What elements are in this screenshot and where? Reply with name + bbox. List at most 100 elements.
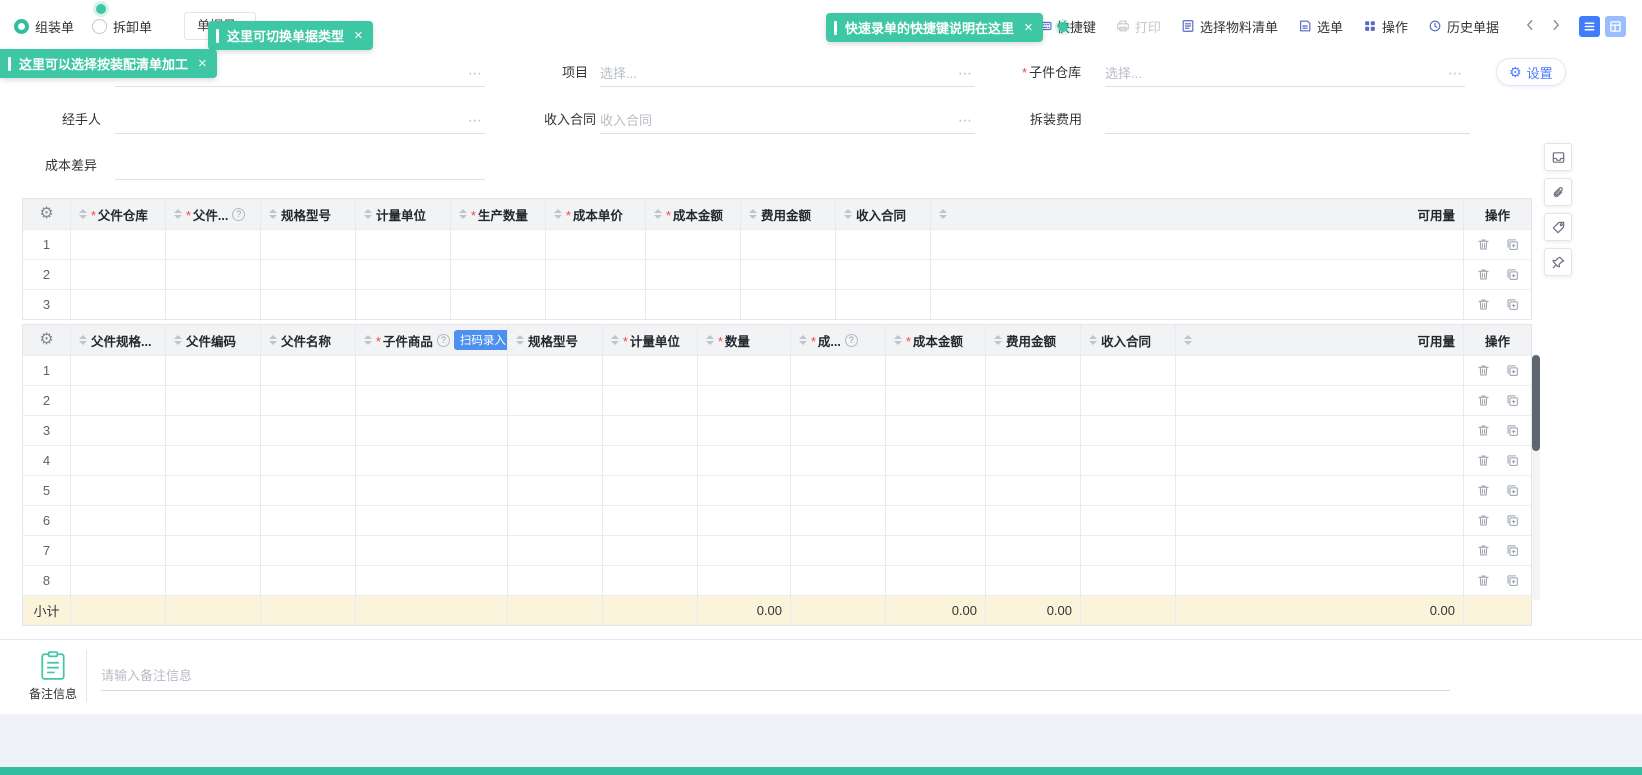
close-icon[interactable]: ×	[1024, 19, 1033, 36]
grid-cell[interactable]	[1081, 355, 1176, 385]
copy-row-button[interactable]	[1506, 514, 1519, 527]
tray-button[interactable]	[1544, 143, 1572, 171]
grid-cell[interactable]	[546, 229, 646, 259]
grid-cell[interactable]	[1081, 535, 1176, 565]
grid-cell[interactable]	[71, 475, 166, 505]
grid-cell[interactable]	[791, 535, 886, 565]
grid-cell[interactable]	[508, 505, 603, 535]
grid-cell[interactable]	[886, 475, 986, 505]
remark-input[interactable]	[101, 668, 1450, 683]
paperclip-button[interactable]	[1544, 178, 1572, 206]
sort-icon[interactable]	[516, 335, 524, 345]
grid-cell[interactable]	[603, 475, 698, 505]
grid-cell[interactable]	[791, 415, 886, 445]
column-header[interactable]: 计量单位	[356, 199, 451, 229]
grid-cell[interactable]	[166, 535, 261, 565]
copy-row-button[interactable]	[1506, 268, 1519, 281]
grid-cell[interactable]	[356, 355, 508, 385]
settings-button[interactable]: ⚙ 设置	[1496, 58, 1566, 86]
more-options-icon[interactable]: ⋯	[466, 112, 485, 129]
sort-icon[interactable]	[174, 335, 182, 345]
sort-icon[interactable]	[174, 209, 182, 219]
grid-cell[interactable]	[508, 415, 603, 445]
grid-cell[interactable]	[741, 259, 836, 289]
grid-cell[interactable]	[166, 445, 261, 475]
grid-cell[interactable]	[1176, 475, 1464, 505]
action-pick-doc-button[interactable]: 选单	[1298, 17, 1343, 36]
grid-cell[interactable]	[1176, 505, 1464, 535]
delete-row-button[interactable]	[1477, 424, 1490, 437]
grid-cell[interactable]	[886, 505, 986, 535]
more-options-icon[interactable]: ⋯	[466, 65, 485, 82]
grid-cell[interactable]	[1081, 415, 1176, 445]
close-icon[interactable]: ×	[198, 55, 207, 72]
grid-cell[interactable]	[546, 289, 646, 319]
help-icon[interactable]: ?	[844, 333, 858, 347]
grid-cell[interactable]	[603, 445, 698, 475]
grid-cell[interactable]	[886, 565, 986, 595]
grid-cell[interactable]	[836, 229, 931, 259]
more-options-icon[interactable]: ⋯	[956, 112, 975, 129]
more-options-icon[interactable]: ⋯	[1446, 65, 1465, 82]
grid-cell[interactable]	[166, 565, 261, 595]
sort-icon[interactable]	[894, 335, 902, 345]
grid-cell[interactable]	[886, 385, 986, 415]
grid-cell[interactable]	[698, 445, 791, 475]
sort-icon[interactable]	[459, 209, 467, 219]
grid-cell[interactable]	[451, 259, 546, 289]
handler-input[interactable]	[115, 108, 466, 132]
grid-cell[interactable]	[71, 289, 166, 319]
grid-cell[interactable]	[836, 289, 931, 319]
list-view-button[interactable]	[1579, 15, 1600, 37]
column-header[interactable]: * 成本金额	[886, 325, 986, 355]
grid-cell[interactable]	[166, 229, 261, 259]
sort-icon[interactable]	[611, 335, 619, 345]
scrollbar-track[interactable]	[1532, 355, 1540, 601]
grid-cell[interactable]	[603, 385, 698, 415]
sort-icon[interactable]	[1184, 335, 1192, 345]
action-bom-list-button[interactable]: 选择物料清单	[1181, 17, 1278, 36]
column-header[interactable]: * 父件...?	[166, 199, 261, 229]
grid-cell[interactable]	[1081, 565, 1176, 595]
grid-cell[interactable]	[261, 385, 356, 415]
column-header[interactable]: 父件名称	[261, 325, 356, 355]
grid-cell[interactable]	[356, 445, 508, 475]
grid-cell[interactable]	[166, 355, 261, 385]
grid-cell[interactable]	[71, 565, 166, 595]
grid-cell[interactable]	[741, 289, 836, 319]
delete-row-button[interactable]	[1477, 454, 1490, 467]
grid-cell[interactable]	[931, 289, 1464, 319]
copy-row-button[interactable]	[1506, 424, 1519, 437]
column-header[interactable]: 可用量	[1176, 325, 1464, 355]
column-header[interactable]: 收入合同	[836, 199, 931, 229]
grid-cell[interactable]	[986, 415, 1081, 445]
grid-cell[interactable]	[356, 229, 451, 259]
grid-cell[interactable]	[791, 385, 886, 415]
scrollbar-thumb[interactable]	[1532, 355, 1540, 451]
scan-input-button[interactable]: 扫码录入	[453, 330, 507, 350]
grid-cell[interactable]	[986, 445, 1081, 475]
copy-row-button[interactable]	[1506, 484, 1519, 497]
grid-cell[interactable]	[261, 445, 356, 475]
grid-cell[interactable]	[508, 535, 603, 565]
grid-cell[interactable]	[886, 355, 986, 385]
grid-cell[interactable]	[698, 505, 791, 535]
sort-icon[interactable]	[994, 335, 1002, 345]
grid-cell[interactable]	[986, 565, 1081, 595]
gear-icon[interactable]: ⚙	[39, 206, 53, 222]
grid-cell[interactable]	[1176, 565, 1464, 595]
pin-button[interactable]	[1544, 248, 1572, 276]
sort-icon[interactable]	[1089, 335, 1097, 345]
sort-icon[interactable]	[364, 209, 372, 219]
sort-icon[interactable]	[939, 209, 947, 219]
grid-cell[interactable]	[791, 355, 886, 385]
grid-cell[interactable]	[1176, 415, 1464, 445]
radio-assembly-order[interactable]: 组装单	[14, 17, 74, 36]
tag-button[interactable]	[1544, 213, 1572, 241]
column-header[interactable]: 规格型号	[508, 325, 603, 355]
grid-cell[interactable]	[166, 289, 261, 319]
disassembly-fee-input[interactable]	[1105, 108, 1470, 132]
project-input[interactable]	[600, 61, 956, 85]
grid-cell[interactable]	[931, 229, 1464, 259]
column-header[interactable]: 父件编码	[166, 325, 261, 355]
